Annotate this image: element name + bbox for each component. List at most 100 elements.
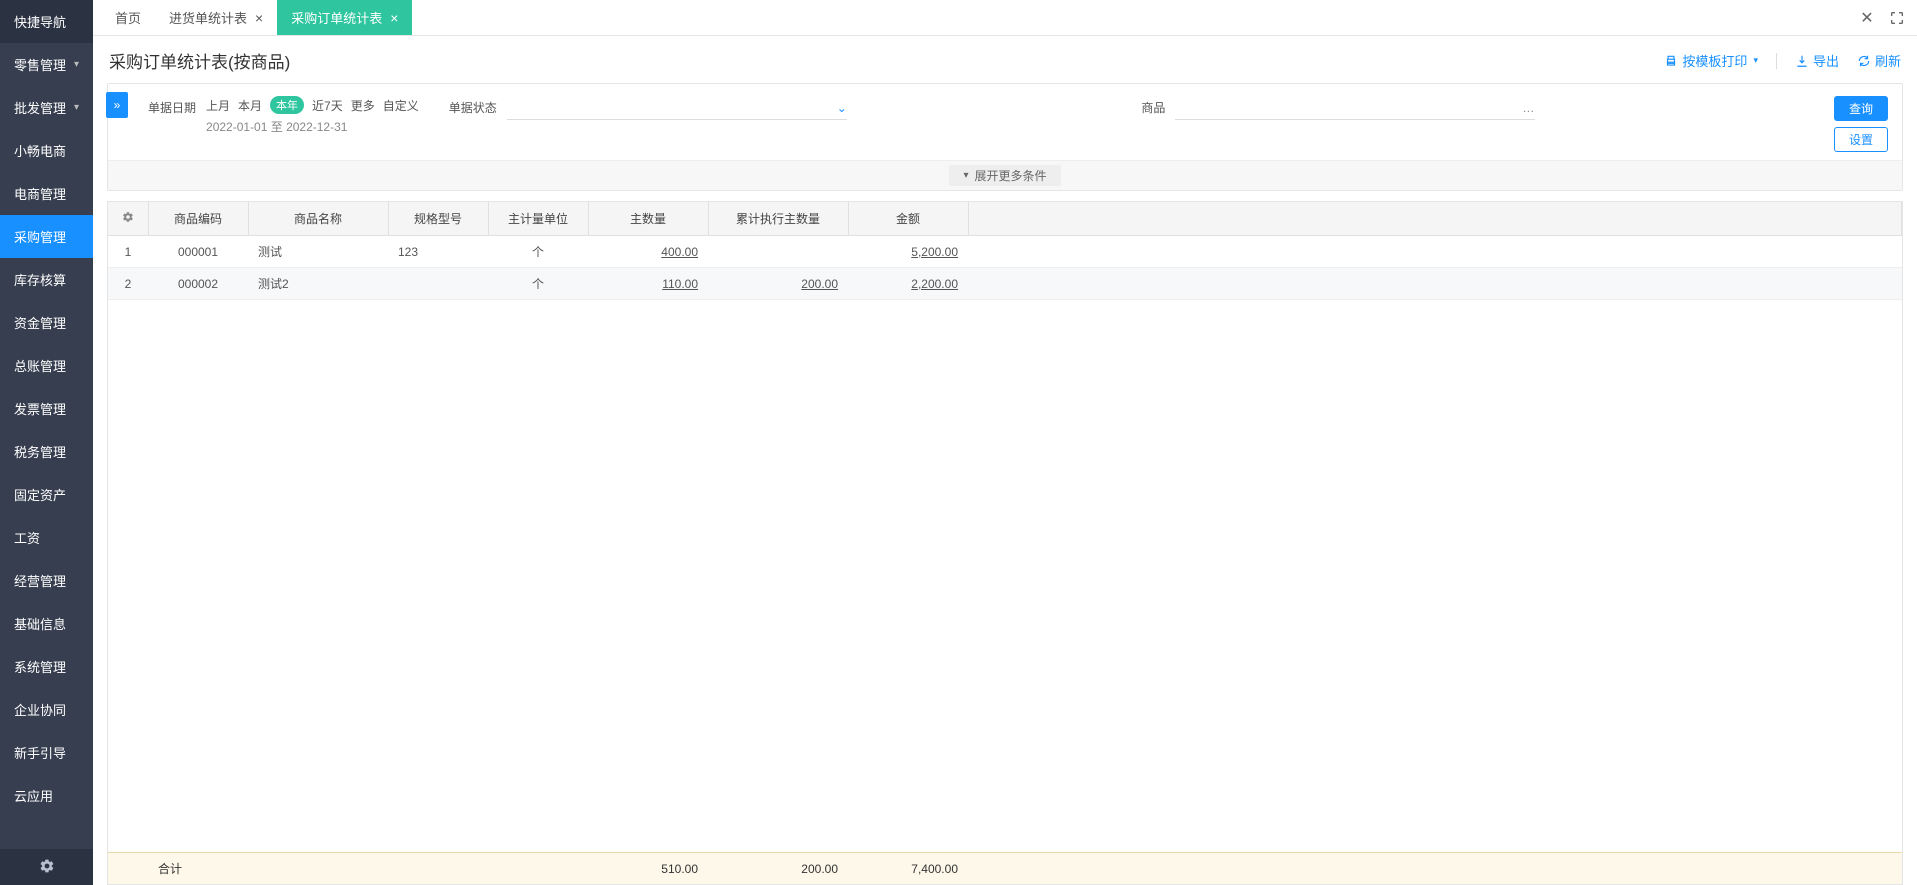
export-action[interactable]: 导出 <box>1795 51 1839 70</box>
tab-1[interactable]: 进货单统计表× <box>155 0 277 35</box>
sidebar-item-8[interactable]: 总账管理 <box>0 344 93 387</box>
th-4[interactable]: 主计量单位 <box>488 202 588 236</box>
table-header-row: 商品编码商品名称规格型号主计量单位主数量累计执行主数量金额 <box>108 202 1902 236</box>
filter-date: 单据日期 上月本月本年近7天更多自定义 2022-01-01 至 2022-12… <box>148 96 419 135</box>
separator <box>1776 53 1777 69</box>
sidebar-item-label: 总账管理 <box>14 356 66 375</box>
tab-2[interactable]: 采购订单统计表 × <box>277 0 412 35</box>
sidebar-item-3[interactable]: 小畅电商 <box>0 129 93 172</box>
product-input[interactable]: … <box>1175 96 1535 120</box>
th-5[interactable]: 主数量 <box>588 202 708 236</box>
cell-0-2: 测试 <box>248 236 388 268</box>
th-1[interactable]: 商品编码 <box>148 202 248 236</box>
sidebar-item-14[interactable]: 基础信息 <box>0 602 93 645</box>
cell-1-1: 000002 <box>148 268 248 300</box>
sidebar-item-2[interactable]: 批发管理▾ <box>0 86 93 129</box>
refresh-action[interactable]: 刷新 <box>1857 51 1901 70</box>
sidebar-settings[interactable] <box>0 849 93 885</box>
total-table: 合计 510.00 200.00 7,400.00 <box>108 852 1902 884</box>
page-title: 采购订单统计表(按商品) <box>109 48 290 73</box>
th-7[interactable]: 金额 <box>848 202 968 236</box>
sidebar-item-17[interactable]: 新手引导 <box>0 731 93 774</box>
th-3[interactable]: 规格型号 <box>388 202 488 236</box>
total-qty: 510.00 <box>588 853 708 885</box>
chevron-right-icon: » <box>114 98 121 112</box>
sidebar-item-6[interactable]: 库存核算 <box>0 258 93 301</box>
date-tab-4[interactable]: 更多 <box>351 97 375 114</box>
sidebar: 快捷导航零售管理 ▾ 批发管理▾小畅电商电商管理采购管理库存核算资金管理总账管理发票… <box>0 0 93 885</box>
sidebar-item-0[interactable]: 快捷导航 <box>0 0 93 43</box>
cell-1-5[interactable]: 110.00 <box>588 268 708 300</box>
filter-body: 单据日期 上月本月本年近7天更多自定义 2022-01-01 至 2022-12… <box>108 84 1902 160</box>
gear-icon[interactable] <box>122 212 134 226</box>
data-table: 商品编码商品名称规格型号主计量单位主数量累计执行主数量金额 1000001测试1… <box>108 202 1902 300</box>
th-6[interactable]: 累计执行主数量 <box>708 202 848 236</box>
tabs-right-actions: ✕ <box>1857 0 1917 35</box>
cell-1-4: 个 <box>488 268 588 300</box>
tab-0[interactable]: 首页 <box>101 0 155 35</box>
sidebar-item-5[interactable]: 采购管理 <box>0 215 93 258</box>
cell-0-5[interactable]: 400.00 <box>588 236 708 268</box>
total-row: 合计 510.00 200.00 7,400.00 <box>108 853 1902 885</box>
sidebar-item-label: 云应用 <box>14 786 53 805</box>
th-0[interactable] <box>108 202 148 236</box>
sidebar-item-7[interactable]: 资金管理 <box>0 301 93 344</box>
sidebar-item-12[interactable]: 工资 <box>0 516 93 559</box>
sidebar-item-9[interactable]: 发票管理 <box>0 387 93 430</box>
query-button[interactable]: 查询 <box>1834 96 1888 121</box>
close-icon[interactable]: × <box>390 10 398 26</box>
sidebar-item-11[interactable]: 固定资产 <box>0 473 93 516</box>
cell-0-7[interactable]: 5,200.00 <box>848 236 968 268</box>
caret-down-icon: ▾ <box>74 59 79 70</box>
table-row[interactable]: 2000002测试2个110.00200.002,200.00 <box>108 268 1902 300</box>
status-label: 单据状态 <box>449 96 497 116</box>
product-label: 商品 <box>1141 96 1165 116</box>
sidebar-item-13[interactable]: 经营管理 <box>0 559 93 602</box>
cell-1-6[interactable]: 200.00 <box>708 268 848 300</box>
cell-0-6 <box>708 236 848 268</box>
print-action[interactable]: 按模板打印 ▾ <box>1664 51 1758 70</box>
sidebar-item-label: 经营管理 <box>14 571 66 590</box>
print-label: 按模板打印 <box>1682 51 1747 70</box>
cell-1-7[interactable]: 2,200.00 <box>848 268 968 300</box>
status-select[interactable]: ⌄ <box>507 96 847 120</box>
sidebar-item-label: 批发管理 <box>14 98 66 117</box>
cell-0-4: 个 <box>488 236 588 268</box>
tab-label: 采购订单统计表 <box>291 8 382 27</box>
sidebar-item-4[interactable]: 电商管理 <box>0 172 93 215</box>
date-label: 单据日期 <box>148 96 196 116</box>
printer-icon <box>1664 54 1678 68</box>
close-all-icon[interactable]: ✕ <box>1857 8 1877 28</box>
table-wrap: 商品编码商品名称规格型号主计量单位主数量累计执行主数量金额 1000001测试1… <box>107 201 1903 885</box>
expand-more-filters[interactable]: ▾ 展开更多条件 <box>108 160 1902 190</box>
table-row[interactable]: 1000001测试123个400.005,200.00 <box>108 236 1902 268</box>
sidebar-item-16[interactable]: 企业协同 <box>0 688 93 731</box>
date-tab-5[interactable]: 自定义 <box>383 97 419 114</box>
date-tab-2[interactable]: 本年 <box>270 96 304 114</box>
sidebar-item-18[interactable]: 云应用 <box>0 774 93 817</box>
filter-collapse-button[interactable]: » <box>106 92 128 118</box>
date-tab-3[interactable]: 近7天 <box>312 97 343 114</box>
filter-zone: » 单据日期 上月本月本年近7天更多自定义 2022-01-01 至 2022-… <box>107 83 1903 191</box>
caret-down-icon: ▾ <box>1753 55 1758 66</box>
sidebar-item-label: 库存核算 <box>14 270 66 289</box>
title-actions: 按模板打印 ▾ 导出 刷新 <box>1664 51 1901 70</box>
close-icon[interactable]: × <box>255 10 263 26</box>
chevron-down-icon: ⌄ <box>837 101 847 115</box>
sidebar-item-label: 企业协同 <box>14 700 66 719</box>
setting-button[interactable]: 设置 <box>1834 127 1888 152</box>
fullscreen-icon[interactable] <box>1887 8 1907 28</box>
sidebar-item-label: 基础信息 <box>14 614 66 633</box>
th-2[interactable]: 商品名称 <box>248 202 388 236</box>
sidebar-item-label: 零售管理 <box>14 55 66 74</box>
more-icon: … <box>1522 101 1535 115</box>
sidebar-item-1[interactable]: 零售管理 ▾ <box>0 43 93 86</box>
sidebar-items: 快捷导航零售管理 ▾ 批发管理▾小畅电商电商管理采购管理库存核算资金管理总账管理发票… <box>0 0 93 849</box>
date-tab-0[interactable]: 上月 <box>206 97 230 114</box>
sidebar-item-label: 发票管理 <box>14 399 66 418</box>
date-tab-1[interactable]: 本月 <box>238 97 262 114</box>
sidebar-item-15[interactable]: 系统管理 <box>0 645 93 688</box>
tabs-bar: 首页进货单统计表× 采购订单统计表 × ✕ <box>93 0 1917 36</box>
sidebar-item-label: 快捷导航 <box>14 12 66 31</box>
sidebar-item-10[interactable]: 税务管理 <box>0 430 93 473</box>
